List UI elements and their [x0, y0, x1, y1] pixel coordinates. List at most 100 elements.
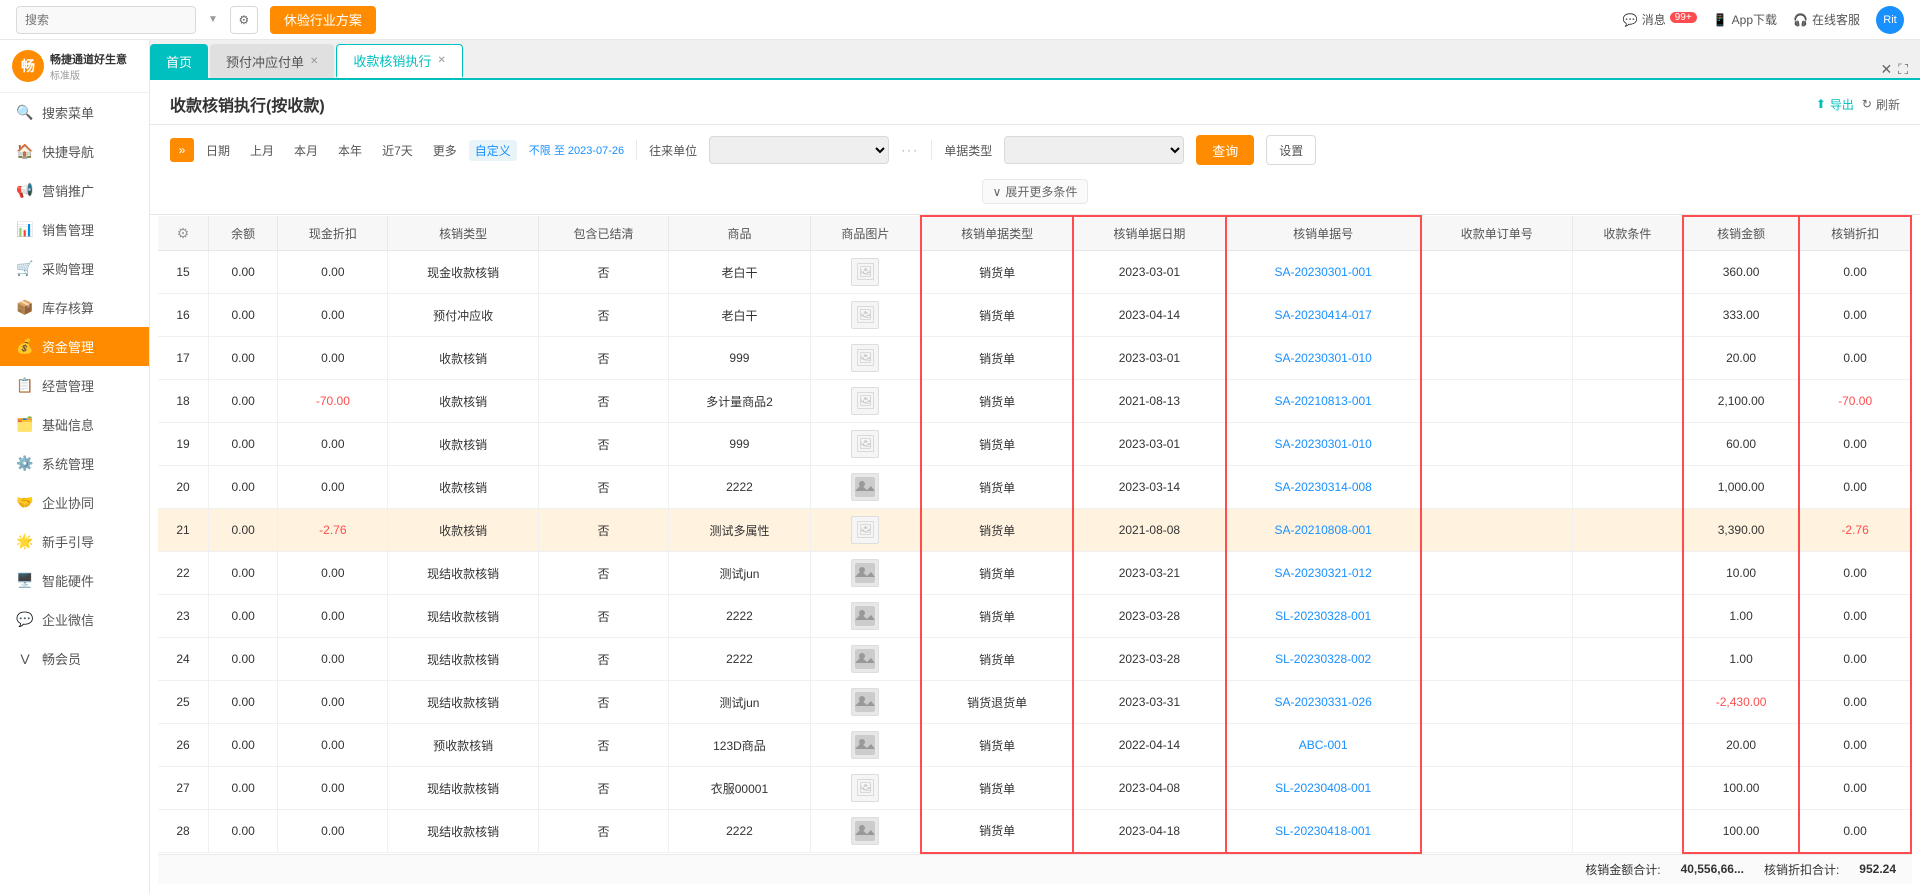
cell-receipt-condition: [1572, 552, 1683, 595]
bill-no-link[interactable]: SL-20230408-001: [1275, 781, 1371, 795]
filter-divider-2: [931, 140, 932, 160]
sidebar-item-inventory[interactable]: 📦 库存核算: [0, 288, 149, 327]
more-date-btn[interactable]: 更多: [425, 140, 465, 161]
bill-no-link[interactable]: SL-20230328-001: [1275, 609, 1371, 623]
cell-bill-date: 2023-03-21: [1073, 552, 1225, 595]
sidebar-item-business[interactable]: 📋 经营管理: [0, 366, 149, 405]
bill-no-link[interactable]: SA-20230301-010: [1274, 437, 1371, 451]
bill-no-link[interactable]: SL-20230418-001: [1275, 824, 1371, 838]
cell-writeoff-amount: 20.00: [1683, 337, 1799, 380]
sidebar-item-hardware[interactable]: 🖥️ 智能硬件: [0, 561, 149, 600]
tab-advance[interactable]: 预付冲应付单 ✕: [210, 44, 334, 78]
message-button[interactable]: 💬 消息 99+: [1623, 11, 1697, 28]
bill-no-link[interactable]: SA-20210813-001: [1274, 394, 1371, 408]
cell-balance: 0.00: [209, 724, 278, 767]
cell-bill-no[interactable]: SA-20230314-008: [1226, 466, 1421, 509]
cell-bill-no[interactable]: SA-20230301-001: [1226, 251, 1421, 294]
chevron-down-icon[interactable]: ▼: [208, 14, 218, 25]
sidebar-item-collab[interactable]: 🤝 企业协同: [0, 483, 149, 522]
sidebar-item-member[interactable]: V 畅会员: [0, 639, 149, 678]
search-input[interactable]: [16, 6, 196, 34]
service-button[interactable]: 🎧 在线客服: [1793, 11, 1860, 28]
avatar[interactable]: Rit: [1876, 6, 1904, 34]
refresh-button[interactable]: ↻ 刷新: [1862, 96, 1900, 113]
query-button[interactable]: 查询: [1196, 135, 1254, 165]
sidebar-item-sales[interactable]: 📊 销售管理: [0, 210, 149, 249]
close-tab-btn[interactable]: ✕: [1880, 61, 1892, 78]
cash-discount-value: 0.00: [321, 437, 344, 451]
industry-button[interactable]: 休验行业方案: [270, 6, 376, 34]
bill-no-link[interactable]: SA-20230301-001: [1274, 265, 1371, 279]
tab-home[interactable]: 首页: [150, 44, 208, 78]
sidebar-item-wechat[interactable]: 💬 企业微信: [0, 600, 149, 639]
gear-icon[interactable]: ⚙: [230, 6, 258, 34]
bill-no-link[interactable]: SA-20230321-012: [1274, 566, 1371, 580]
expand-more-button[interactable]: ∨ 展开更多条件: [982, 179, 1089, 204]
cart-icon: 🛒: [16, 260, 34, 277]
sidebar-item-basic[interactable]: 🗂️ 基础信息: [0, 405, 149, 444]
cell-bill-no[interactable]: SA-20230414-017: [1226, 294, 1421, 337]
writeoff-discount-value: 0.00: [1843, 265, 1866, 279]
bill-no-link[interactable]: ABC-001: [1299, 738, 1348, 752]
cell-bill-no[interactable]: SL-20230328-002: [1226, 638, 1421, 681]
writeoff-discount-value: 0.00: [1843, 695, 1866, 709]
sidebar-item-system[interactable]: ⚙️ 系统管理: [0, 444, 149, 483]
advance-tab-close[interactable]: ✕: [310, 56, 318, 67]
this-year-btn[interactable]: 本年: [330, 140, 370, 161]
cell-receipt-condition: [1572, 423, 1683, 466]
setting-button[interactable]: 设置: [1266, 135, 1316, 165]
custom-date-btn[interactable]: 自定义: [469, 140, 517, 161]
th-settings[interactable]: ⚙: [158, 216, 209, 251]
bill-no-link[interactable]: SA-20230314-008: [1274, 480, 1371, 494]
cell-bill-no[interactable]: ABC-001: [1226, 724, 1421, 767]
cell-bill-type: 销货单: [921, 337, 1073, 380]
cell-writeoff-type: 现结收款核销: [388, 767, 539, 810]
sidebar-item-finance[interactable]: 💰 资金管理: [0, 327, 149, 366]
sidebar-label-basic: 基础信息: [42, 415, 94, 434]
bill-no-link[interactable]: SL-20230328-002: [1275, 652, 1371, 666]
footer-writeoff-discount-total: 952.24: [1859, 862, 1896, 876]
cell-product-img: [810, 552, 921, 595]
last-month-btn[interactable]: 上月: [242, 140, 282, 161]
cell-bill-date: 2023-03-01: [1073, 337, 1225, 380]
bill-no-link[interactable]: SA-20230301-010: [1274, 351, 1371, 365]
cell-product: 123D商品: [669, 724, 811, 767]
cell-bill-no[interactable]: SA-20230331-026: [1226, 681, 1421, 724]
table-row: 25 0.00 0.00 现结收款核销 否 测试jun 销货退货单 2023-0…: [158, 681, 1911, 724]
cell-bill-no[interactable]: SL-20230408-001: [1226, 767, 1421, 810]
cell-bill-no[interactable]: SA-20210813-001: [1226, 380, 1421, 423]
sidebar-item-guide[interactable]: 🌟 新手引导: [0, 522, 149, 561]
cell-bill-no[interactable]: SL-20230418-001: [1226, 810, 1421, 853]
single-type-select[interactable]: [1004, 136, 1184, 164]
cell-bill-type: 销货单: [921, 423, 1073, 466]
maximize-btn[interactable]: ⛶: [1898, 61, 1908, 78]
tab-receipt[interactable]: 收款核销执行 ✕: [336, 44, 462, 78]
sidebar-item-quicknav[interactable]: 🏠 快捷导航: [0, 132, 149, 171]
cell-receipt-condition: [1572, 681, 1683, 724]
counterparty-select[interactable]: [709, 136, 889, 164]
this-month-btn[interactable]: 本月: [286, 140, 326, 161]
sidebar-item-search[interactable]: 🔍 搜索菜单: [0, 93, 149, 132]
bill-no-link[interactable]: SA-20230414-017: [1274, 308, 1371, 322]
sidebar-item-purchase[interactable]: 🛒 采购管理: [0, 249, 149, 288]
bill-no-link[interactable]: SA-20210808-001: [1274, 523, 1371, 537]
cell-bill-type: 销货单: [921, 552, 1073, 595]
cell-bill-no[interactable]: SA-20230301-010: [1226, 423, 1421, 466]
last-7days-btn[interactable]: 近7天: [374, 140, 421, 161]
cell-writeoff-type: 收款核销: [388, 337, 539, 380]
cell-bill-no[interactable]: SA-20210808-001: [1226, 509, 1421, 552]
export-button[interactable]: ⬆ 导出: [1816, 96, 1854, 113]
cell-balance: 0.00: [209, 509, 278, 552]
cash-discount-value: 0.00: [321, 781, 344, 795]
app-download-button[interactable]: 📱 App下载: [1713, 11, 1777, 28]
receipt-tab-close[interactable]: ✕: [437, 55, 445, 66]
cell-bill-no[interactable]: SA-20230321-012: [1226, 552, 1421, 595]
cell-balance: 0.00: [209, 380, 278, 423]
bill-no-link[interactable]: SA-20230331-026: [1274, 695, 1371, 709]
home-tab-label: 首页: [166, 52, 192, 71]
cell-bill-no[interactable]: SA-20230301-010: [1226, 337, 1421, 380]
home-icon: 🏠: [16, 143, 34, 160]
cell-bill-no[interactable]: SL-20230328-001: [1226, 595, 1421, 638]
sidebar-item-marketing[interactable]: 📢 营销推广: [0, 171, 149, 210]
filter-toggle-button[interactable]: »: [170, 138, 194, 162]
